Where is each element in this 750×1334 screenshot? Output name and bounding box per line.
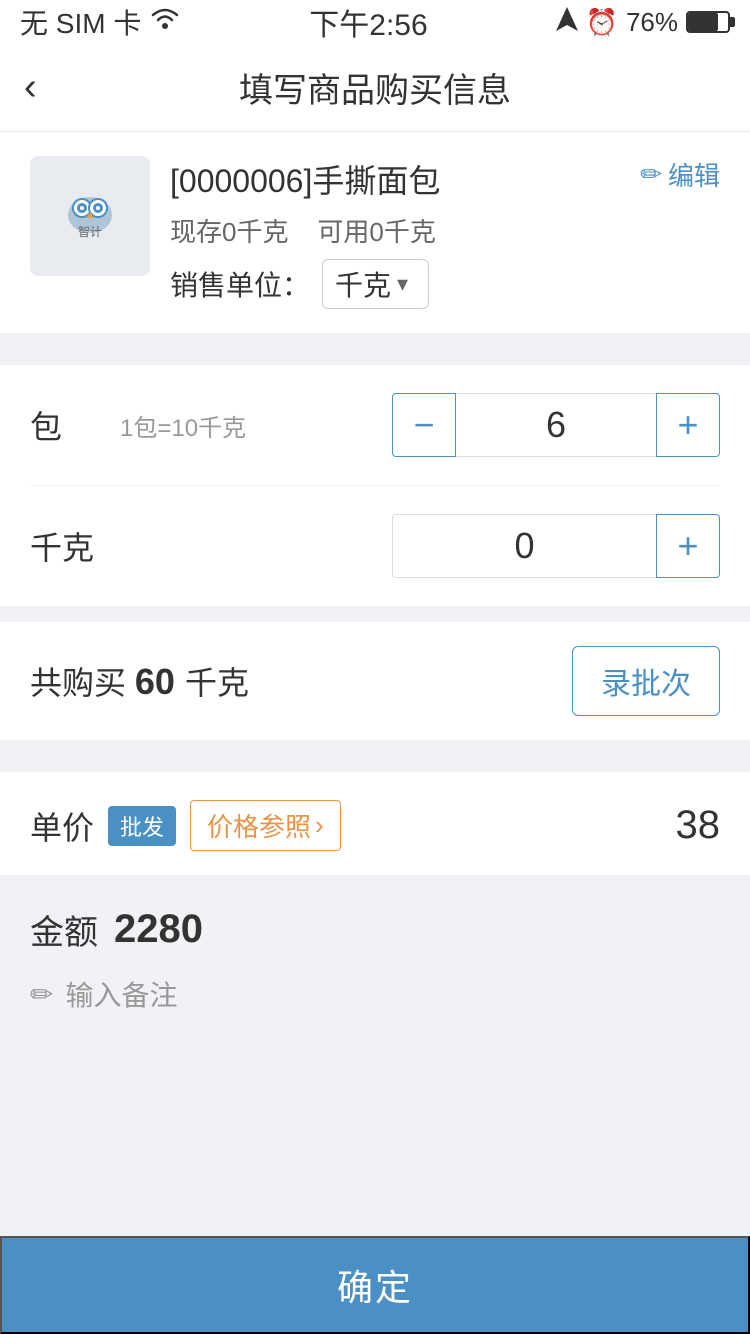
back-button[interactable]: ‹: [24, 66, 37, 109]
divider-1: [0, 349, 750, 365]
product-stock: 现存0千克 可用0千克: [170, 212, 440, 249]
amount-section: 金额 2280 ✏ 输入备注: [0, 875, 750, 1034]
kg-input[interactable]: [392, 514, 656, 578]
total-value: 60: [135, 661, 185, 702]
total-text: 共购买 60 千克: [30, 658, 249, 704]
price-tag: 批发: [108, 806, 176, 846]
price-section: 单价 批发 价格参照 › 38: [0, 772, 750, 875]
price-ref-arrow-icon: ›: [315, 810, 324, 841]
divider-3: [0, 756, 750, 772]
price-row: 单价 批发 价格参照 › 38: [30, 800, 720, 851]
product-card: 智计 [0000006]手撕面包 现存0千克 可用0千克 销售单位： 千克 ▾: [0, 132, 750, 333]
product-thumbnail: 智计: [30, 156, 150, 276]
pack-sub-label: 1包=10千克: [120, 408, 392, 443]
price-ref-button[interactable]: 价格参照 ›: [190, 800, 341, 851]
kg-plus-button[interactable]: +: [656, 514, 720, 578]
edit-button[interactable]: ✏ 编辑: [640, 156, 720, 193]
unit-label: 销售单位：: [170, 264, 310, 304]
kg-controls: +: [392, 514, 720, 578]
product-name: [0000006]手撕面包: [170, 156, 440, 202]
divider-2: [0, 606, 750, 622]
note-icon: ✏: [30, 978, 53, 1011]
pack-input[interactable]: [456, 393, 656, 457]
svg-text:智计: 智计: [78, 224, 102, 239]
status-left: 无 SIM 卡: [20, 2, 181, 42]
battery-icon: [686, 11, 730, 33]
product-info: [0000006]手撕面包 现存0千克 可用0千克 销售单位： 千克 ▾ ✏ 编…: [170, 156, 720, 309]
amount-value: 2280: [114, 907, 203, 952]
price-label: 单价: [30, 803, 94, 849]
price-value: 38: [676, 803, 721, 848]
alarm-icon: ⏰: [586, 7, 618, 38]
status-bar: 无 SIM 卡 下午2:56 ⏰ 76%: [0, 0, 750, 44]
confirm-button[interactable]: 确定: [0, 1236, 750, 1334]
wifi-icon: [149, 6, 181, 38]
carrier-text: 无 SIM 卡: [20, 2, 141, 42]
battery-text: 76%: [626, 7, 678, 38]
kg-label: 千克: [30, 523, 110, 569]
edit-icon: ✏: [640, 159, 662, 190]
batch-button[interactable]: 录批次: [572, 646, 720, 716]
status-time: 下午2:56: [309, 0, 427, 44]
pack-quantity-section: 包 1包=10千克 − + 千克 +: [0, 365, 750, 606]
nav-bar: ‹ 填写商品购买信息: [0, 44, 750, 132]
location-icon: [556, 7, 578, 38]
status-right: ⏰ 76%: [556, 7, 730, 38]
amount-row: 金额 2280: [30, 905, 720, 954]
page-title: 填写商品购买信息: [239, 63, 511, 112]
pack-minus-button[interactable]: −: [392, 393, 456, 457]
product-unit-row: 销售单位： 千克 ▾: [170, 259, 440, 309]
pack-plus-button[interactable]: +: [656, 393, 720, 457]
pack-label: 包: [30, 402, 110, 448]
owl-logo-icon: 智计: [60, 180, 120, 252]
pack-qty-row: 包 1包=10千克 − +: [30, 365, 720, 486]
kg-qty-row: 千克 +: [30, 486, 720, 606]
total-section: 共购买 60 千克 录批次: [0, 622, 750, 740]
note-row[interactable]: ✏ 输入备注: [30, 974, 720, 1024]
pack-controls: − +: [392, 393, 720, 457]
unit-select-arrow-icon: ▾: [397, 271, 408, 297]
note-placeholder: 输入备注: [65, 974, 177, 1014]
amount-label: 金额: [30, 905, 98, 954]
unit-select[interactable]: 千克 ▾: [322, 259, 429, 309]
